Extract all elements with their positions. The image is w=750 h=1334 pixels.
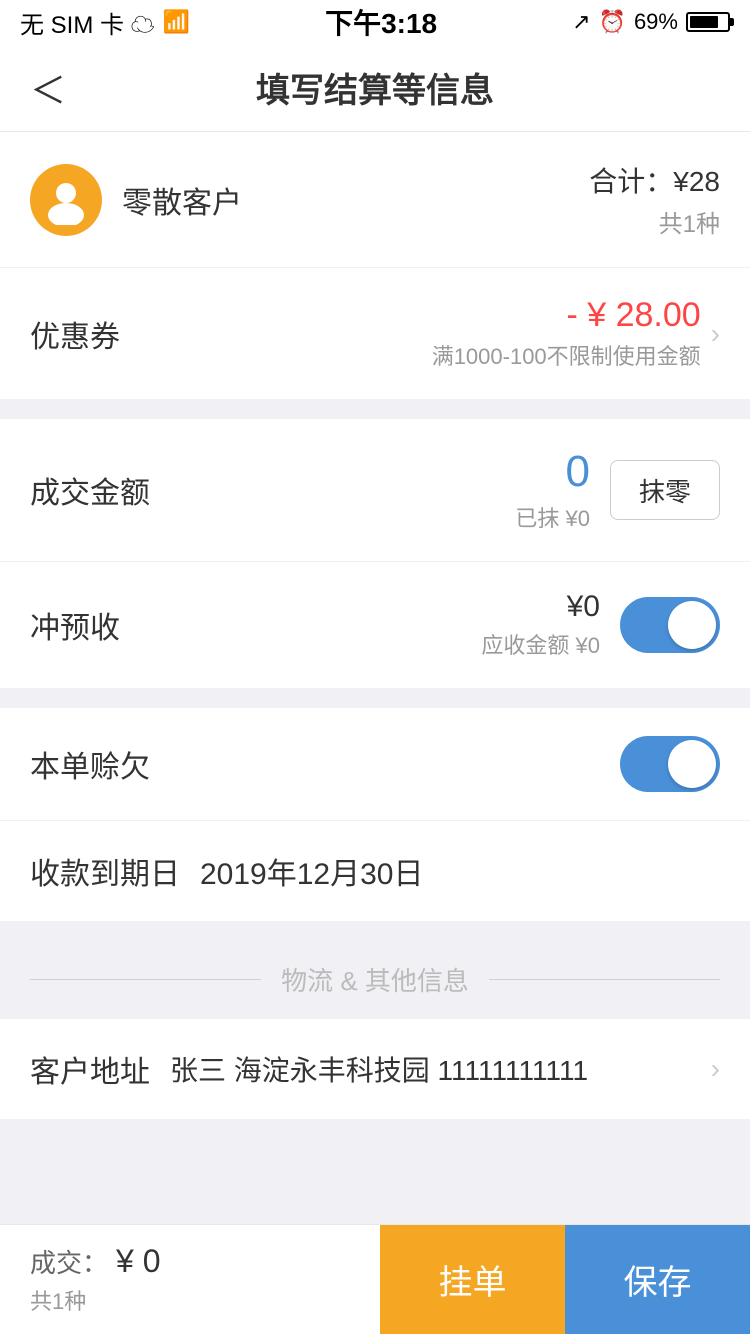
customer-name: 零散客户: [122, 178, 242, 222]
bottom-bar: 成交： ¥ 0 共1种 挂单 保存: [0, 1224, 750, 1334]
debt-toggle-knob: [668, 740, 716, 788]
prepay-row: 冲预收 ¥0 应收金额 ¥0: [0, 561, 750, 688]
total-count: 共1种: [589, 204, 720, 239]
address-label: 客户地址: [30, 1047, 150, 1091]
nav-bar: ＜ 填写结算等信息: [0, 44, 750, 132]
debt-section: 本单赊欠 收款到期日 2019年12月30日: [0, 708, 750, 921]
coupon-label: 优惠券: [30, 312, 120, 356]
debt-row: 本单赊欠: [0, 708, 750, 820]
address-chevron-icon: ›: [711, 1053, 720, 1085]
deal-amount-label: 成交金额: [30, 468, 150, 512]
coupon-desc: 满1000-100不限制使用金额: [432, 339, 701, 371]
customer-right: 合计：¥28 共1种: [589, 160, 720, 239]
battery-icon: [686, 12, 730, 32]
prepay-label: 冲预收: [30, 603, 120, 647]
page-title: 填写结算等信息: [256, 63, 494, 112]
divider-line-right: [489, 979, 720, 980]
save-button[interactable]: 保存: [565, 1225, 750, 1334]
logistics-divider: 物流 & 其他信息: [0, 941, 750, 1018]
bottom-deal-row: 成交： ¥ 0: [30, 1243, 350, 1280]
status-time: 下午3:18: [325, 2, 437, 42]
prepay-toggle[interactable]: [620, 597, 720, 653]
prepay-right: ¥0 应收金额 ¥0: [481, 590, 720, 660]
debt-toggle[interactable]: [620, 736, 720, 792]
logistics-label: 物流 & 其他信息: [281, 961, 469, 998]
address-section: 客户地址 张三 海淀永丰科技园 11111111111 ›: [0, 1018, 750, 1119]
address-row[interactable]: 客户地址 张三 海淀永丰科技园 11111111111 ›: [0, 1018, 750, 1119]
deal-row: 成交金额 0 已抹 ¥0 抹零: [0, 419, 750, 561]
address-value: 张三 海淀永丰科技园 11111111111: [170, 1049, 691, 1089]
status-right: ↗ ⏰ 69%: [572, 9, 730, 35]
customer-row: 零散客户 合计：¥28 共1种: [0, 132, 750, 267]
duedate-label: 收款到期日: [30, 849, 180, 893]
sim-label: 无 SIM 卡 ☁: [20, 5, 155, 40]
coupon-discount: - ¥ 28.00: [432, 296, 701, 335]
bottom-deal-label: 成交：: [30, 1243, 108, 1280]
bottom-count: 共1种: [30, 1284, 350, 1316]
deal-value-block: 0 已抹 ¥0: [515, 447, 590, 533]
prepay-amount: ¥0: [481, 590, 600, 624]
debt-label: 本单赊欠: [30, 742, 150, 786]
customer-section: 零散客户 合计：¥28 共1种 优惠券 - ¥ 28.00 满1000-100不…: [0, 132, 750, 399]
bottom-deal-value: ¥ 0: [116, 1243, 160, 1280]
bottom-info: 成交： ¥ 0 共1种: [0, 1243, 380, 1316]
divider-line-left: [30, 979, 261, 980]
location-icon: ↗: [572, 9, 590, 35]
prepay-receivable: 应收金额 ¥0: [481, 628, 600, 660]
total-amount: 合计：¥28: [589, 160, 720, 200]
back-button[interactable]: ＜: [30, 62, 66, 114]
deal-right: 0 已抹 ¥0 抹零: [515, 447, 720, 533]
customer-left: 零散客户: [30, 164, 242, 236]
toggle-knob: [668, 601, 716, 649]
deal-deducted: 已抹 ¥0: [515, 501, 590, 533]
deal-amount-value[interactable]: 0: [515, 447, 590, 497]
battery-label: 69%: [634, 9, 678, 35]
deal-section: 成交金额 0 已抹 ¥0 抹零 冲预收 ¥0 应收金额 ¥0: [0, 419, 750, 688]
hold-button[interactable]: 挂单: [380, 1225, 565, 1334]
coupon-value-block: - ¥ 28.00 满1000-100不限制使用金额: [432, 296, 701, 371]
avatar: [30, 164, 102, 236]
round-off-button[interactable]: 抹零: [610, 460, 720, 520]
status-bar: 无 SIM 卡 ☁ 📶 下午3:18 ↗ ⏰ 69%: [0, 0, 750, 44]
wifi-icon: 📶: [163, 9, 190, 35]
coupon-right: - ¥ 28.00 满1000-100不限制使用金额 ›: [432, 296, 720, 371]
duedate-value: 2019年12月30日: [200, 849, 423, 893]
status-left: 无 SIM 卡 ☁ 📶: [20, 5, 190, 40]
coupon-chevron-icon: ›: [711, 318, 720, 350]
coupon-row[interactable]: 优惠券 - ¥ 28.00 满1000-100不限制使用金额 ›: [0, 267, 750, 399]
duedate-row[interactable]: 收款到期日 2019年12月30日: [0, 820, 750, 921]
alarm-icon: ⏰: [599, 9, 626, 35]
prepay-value-block: ¥0 应收金额 ¥0: [481, 590, 600, 660]
